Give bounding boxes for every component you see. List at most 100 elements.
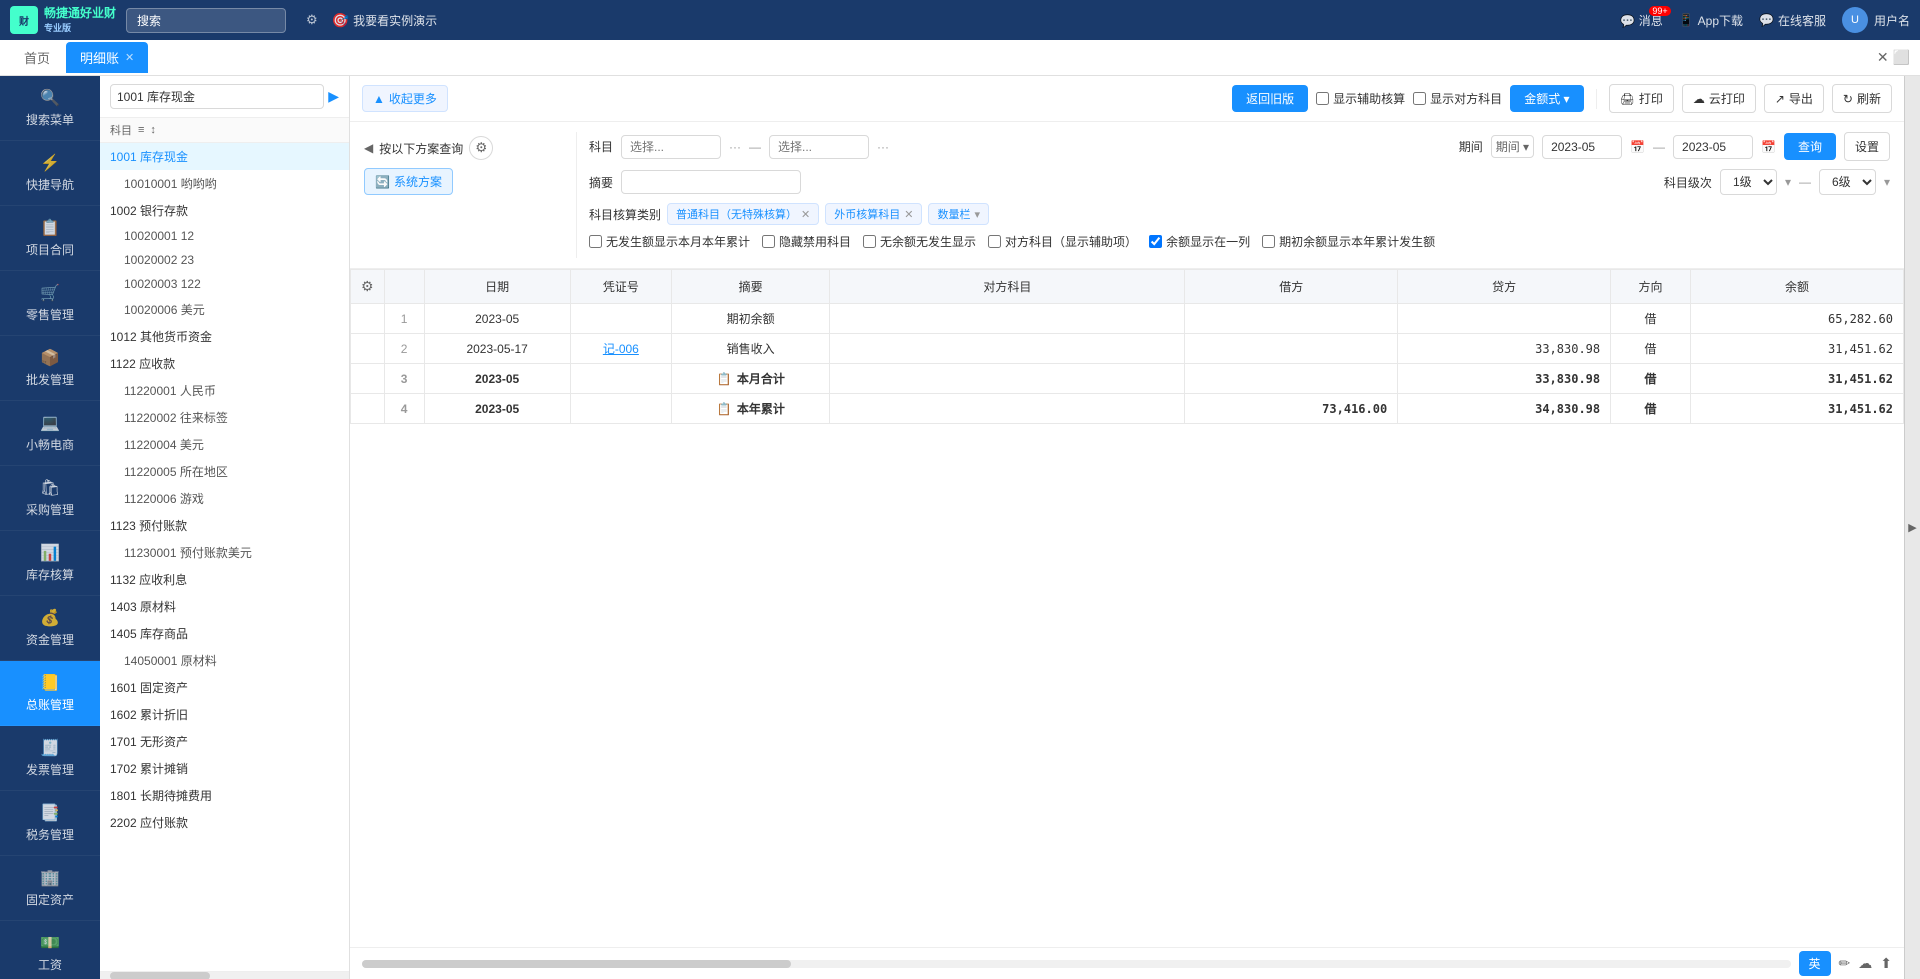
level-start-select[interactable]: 1级2级3级4级5级6级 xyxy=(1720,169,1777,195)
tree-item-10010001[interactable]: 10010001 哟哟哟 xyxy=(100,170,349,197)
tree-col-sort-btn[interactable]: ↕ xyxy=(150,124,156,136)
tree-scrollbar[interactable] xyxy=(100,971,349,979)
level-end-select[interactable]: 1级2级3级4级5级6级 xyxy=(1819,169,1876,195)
tree-item-11220001[interactable]: 11220001 人民币 xyxy=(100,377,349,404)
account-navigate-btn[interactable]: ▶ xyxy=(328,88,339,105)
show-contra-checkbox[interactable] xyxy=(1413,92,1426,105)
sidebar-item-quick-nav[interactable]: ⚡ 快捷导航 xyxy=(0,141,100,206)
collapse-left-icon[interactable]: ◀ xyxy=(364,141,373,155)
sidebar-item-capital[interactable]: 💰 资金管理 xyxy=(0,596,100,661)
sidebar-item-wholesale[interactable]: 📦 批发管理 xyxy=(0,336,100,401)
subject-input[interactable] xyxy=(621,135,721,159)
tree-item-1801[interactable]: 1801 长期待摊费用 xyxy=(100,782,349,809)
amount-format-btn[interactable]: 金额式 ▾ xyxy=(1510,85,1583,112)
summary-input[interactable] xyxy=(621,170,801,194)
tree-item-1405[interactable]: 1405 库存商品 xyxy=(100,620,349,647)
tree-item-11220005[interactable]: 11220005 所在地区 xyxy=(100,458,349,485)
sidebar-item-fixed-assets[interactable]: 🏢 固定资产 xyxy=(0,856,100,921)
subject-input-2[interactable] xyxy=(769,135,869,159)
edit-icon[interactable]: ✏ xyxy=(1839,955,1851,972)
sidebar-item-tax[interactable]: 📑 税务管理 xyxy=(0,791,100,856)
tree-item-1403[interactable]: 1403 原材料 xyxy=(100,593,349,620)
tree-item-10020002[interactable]: 10020002 23 xyxy=(100,248,349,272)
tab-close-icon[interactable]: ✕ xyxy=(125,51,134,64)
export-btn[interactable]: ↗ 导出 xyxy=(1764,84,1824,113)
checkbox-hide-disabled[interactable] xyxy=(762,235,775,248)
calc-tag-foreign-remove[interactable]: ✕ xyxy=(904,208,913,221)
show-contra-check[interactable]: 显示对方科目 xyxy=(1413,90,1502,107)
avatar[interactable]: U xyxy=(1842,7,1868,33)
refresh-btn[interactable]: ↻ 刷新 xyxy=(1832,84,1892,113)
period-start-input[interactable] xyxy=(1542,135,1622,159)
cloud-print-btn[interactable]: ☁ 云打印 xyxy=(1682,84,1756,113)
lang-btn[interactable]: 英 xyxy=(1799,951,1831,976)
filter-settings-icon-btn[interactable]: ⚙ xyxy=(469,136,493,160)
collapse-more-btn[interactable]: ▲ 收起更多 xyxy=(362,85,448,112)
settings-btn[interactable]: 设置 xyxy=(1844,132,1890,161)
subject-more-btn-2[interactable]: ··· xyxy=(877,140,889,154)
tree-item-1123[interactable]: 1123 预付账款 xyxy=(100,512,349,539)
show-aux-checkbox[interactable] xyxy=(1316,92,1329,105)
sidebar-item-project[interactable]: 📋 项目合同 xyxy=(0,206,100,271)
query-btn[interactable]: 查询 xyxy=(1784,133,1836,160)
message-btn[interactable]: 💬 消息 99+ xyxy=(1620,12,1662,29)
tree-item-1602[interactable]: 1602 累计折旧 xyxy=(100,701,349,728)
tree-item-1001[interactable]: 1001 库存现金 xyxy=(100,143,349,170)
tree-item-1132[interactable]: 1132 应收利息 xyxy=(100,566,349,593)
demo-btn[interactable]: 🎯 我要看实例演示 xyxy=(332,12,437,29)
check-contra-subject[interactable]: 对方科目（显示辅助项） xyxy=(988,233,1137,250)
tree-item-11230001[interactable]: 11230001 预付账款美元 xyxy=(100,539,349,566)
level-end-dropdown-icon[interactable]: ▾ xyxy=(1884,175,1890,189)
tree-item-1601[interactable]: 1601 固定资产 xyxy=(100,674,349,701)
tree-col-menu-btn[interactable]: ≡ xyxy=(138,124,144,136)
row2-voucher[interactable]: 记-006 xyxy=(570,334,671,364)
sidebar-item-retail[interactable]: 🛒 零售管理 xyxy=(0,271,100,336)
checkbox-contra-subject[interactable] xyxy=(988,235,1001,248)
check-hide-disabled[interactable]: 隐藏禁用科目 xyxy=(762,233,851,250)
table-settings-icon[interactable]: ⚙ xyxy=(361,278,374,294)
tab-home[interactable]: 首页 xyxy=(10,42,64,73)
level-dropdown-icon[interactable]: ▾ xyxy=(1785,175,1791,189)
check-period-balance[interactable]: 期初余额显示本年累计发生额 xyxy=(1262,233,1435,250)
show-aux-check[interactable]: 显示辅助核算 xyxy=(1316,90,1405,107)
horizontal-scrollbar[interactable] xyxy=(362,960,1791,968)
app-download-btn[interactable]: 📱 App下载 xyxy=(1679,12,1743,29)
sys-scheme-btn[interactable]: 🔄 系统方案 xyxy=(364,168,453,195)
sidebar-item-ecommerce[interactable]: 💻 小畅电商 xyxy=(0,401,100,466)
tree-item-1002[interactable]: 1002 银行存款 xyxy=(100,197,349,224)
check-balance-one-row[interactable]: 余额显示在一列 xyxy=(1149,233,1250,250)
tree-item-1012[interactable]: 1012 其他货币资金 xyxy=(100,323,349,350)
settings-icon-btn[interactable]: ⚙ xyxy=(302,10,322,30)
tree-item-1702[interactable]: 1702 累计摊销 xyxy=(100,755,349,782)
sidebar-item-inventory[interactable]: 📊 库存核算 xyxy=(0,531,100,596)
sidebar-item-search[interactable]: 🔍 搜索菜单 xyxy=(0,76,100,141)
online-service-btn[interactable]: 💬 在线客服 xyxy=(1759,12,1826,29)
checkbox-no-occurrence[interactable] xyxy=(589,235,602,248)
tree-item-1701[interactable]: 1701 无形资产 xyxy=(100,728,349,755)
close-window-btn[interactable]: ✕ xyxy=(1877,49,1889,66)
side-toggle[interactable]: ▶ xyxy=(1904,76,1920,979)
period-type-selector[interactable]: 期间 ▾ xyxy=(1491,135,1534,158)
maximize-btn[interactable]: ⬜ xyxy=(1893,49,1910,66)
tab-detail[interactable]: 明细账 ✕ xyxy=(66,42,148,73)
th-settings[interactable]: ⚙ xyxy=(351,270,385,304)
cloud-icon[interactable]: ☁ xyxy=(1858,955,1872,972)
tree-item-10020001[interactable]: 10020001 12 xyxy=(100,224,349,248)
sidebar-item-payroll[interactable]: 💵 工资 xyxy=(0,921,100,979)
voucher-link-row2[interactable]: 记-006 xyxy=(603,342,639,356)
calc-tag-qty-dropdown[interactable]: ▾ xyxy=(974,208,980,221)
subject-more-btn[interactable]: ··· xyxy=(729,140,741,154)
check-no-balance[interactable]: 无余额无发生显示 xyxy=(863,233,976,250)
tree-item-10020003[interactable]: 10020003 122 xyxy=(100,272,349,296)
sidebar-item-purchase[interactable]: 🛍 采购管理 xyxy=(0,466,100,531)
period-end-input[interactable] xyxy=(1673,135,1753,159)
checkbox-no-balance[interactable] xyxy=(863,235,876,248)
check-no-occurrence[interactable]: 无发生额显示本月本年累计 xyxy=(589,233,750,250)
top-search[interactable]: 搜索 xyxy=(126,8,286,33)
checkbox-period-balance[interactable] xyxy=(1262,235,1275,248)
sidebar-item-general-ledger[interactable]: 📒 总账管理 xyxy=(0,661,100,726)
tree-item-14050001[interactable]: 14050001 原材料 xyxy=(100,647,349,674)
tree-item-1122[interactable]: 1122 应收款 xyxy=(100,350,349,377)
sidebar-item-invoice[interactable]: 🧾 发票管理 xyxy=(0,726,100,791)
return-old-btn[interactable]: 返回旧版 xyxy=(1232,85,1308,112)
